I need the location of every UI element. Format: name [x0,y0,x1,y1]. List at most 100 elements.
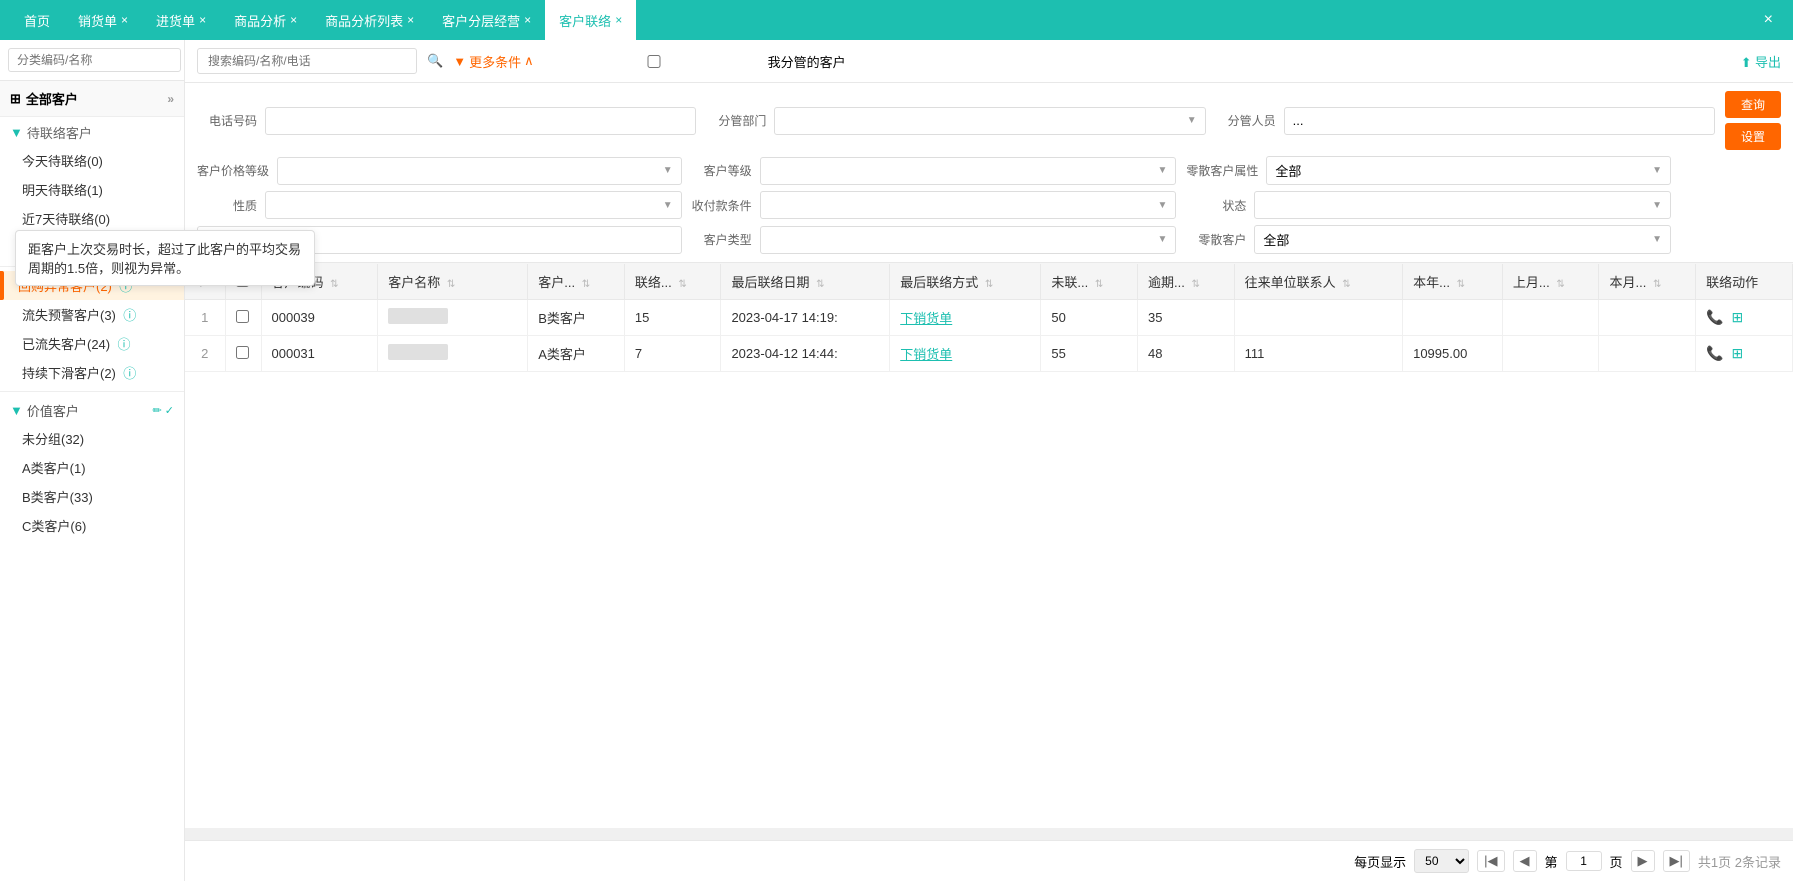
active-indicator [0,271,4,300]
customer-table-container: ⚙ 客户编码 ⇅ 客户名称 ⇅ [185,264,1793,828]
more-conditions-button[interactable]: ▼ 更多条件 ∧ [453,52,533,71]
sort-date-icon[interactable]: ⇅ [816,279,824,290]
row-contact-2: 7 [624,336,721,372]
customer-level-dropdown[interactable]: ▼ [760,157,1177,185]
sidebar-item-a-class[interactable]: A类客户(1) [0,453,184,482]
content-area: 🔍 ▼ 更多条件 ∧ 我分管的客户 ⬆ 导出 电话号码 [185,40,1793,881]
settings-button[interactable]: 设置 [1725,123,1781,150]
sidebar-search-input[interactable] [8,48,181,72]
row-checkbox-1 [225,300,261,336]
row-action-2: 📞 ⊞ [1696,336,1793,372]
sidebar-item-c-class[interactable]: C类客户(6) [0,511,184,540]
price-level-dropdown[interactable]: ▼ [277,157,682,185]
sort-overdue-icon[interactable]: ⇅ [1192,279,1200,290]
sidebar-item-b-class[interactable]: B类客户(33) [0,482,184,511]
close-all-button[interactable]: × [1754,11,1783,29]
sidebar-item-7days[interactable]: 近7天待联络(0) [0,204,184,233]
sort-type-icon[interactable]: ⇅ [582,279,590,290]
search-input[interactable] [197,48,417,74]
nav-sales-order[interactable]: 销货单 × [64,0,142,40]
filter-actions: 查询 设置 [1725,91,1781,150]
row-select-1[interactable] [236,310,249,323]
nav-product-analysis[interactable]: 商品分析 × [220,0,311,40]
table-row: 2 000031 A类客户 7 2023-04-12 14:44: 下销货单 [185,336,1793,372]
sidebar-item-unclassified[interactable]: 未分组(32) [0,424,184,453]
filter-row-3: 性质 ▼ 收付款条件 ▼ 状态 ▼ [197,191,1781,219]
nav-close-product-analysis[interactable]: × [290,13,297,27]
nav-purchase[interactable]: 进货单 × [142,0,220,40]
sidebar-item-today[interactable]: 今天待联络(0) [0,146,184,175]
arrow-down-icon: ▼ [10,125,23,140]
sort-unit-icon[interactable]: ⇅ [1342,279,1350,290]
nav-home[interactable]: 首页 [10,0,64,40]
customer-type-arrow: ▼ [1157,234,1167,245]
pending-contact-group[interactable]: ▼ 待联络客户 [0,117,184,146]
filter-icon: ▼ [453,54,466,69]
contact-method-link-1[interactable]: 下销货单 [900,311,952,326]
nav-close-contact[interactable]: × [615,13,622,27]
row-unit-2: 111 [1234,336,1402,372]
sort-lmonth-icon[interactable]: ⇅ [1556,279,1564,290]
nav-close-sales[interactable]: × [121,13,128,27]
row-select-2[interactable] [236,346,249,359]
sidebar-item-tomorrow[interactable]: 明天待联络(1) [0,175,184,204]
th-this-year: 本年... ⇅ [1403,264,1503,300]
retail-attr-dropdown[interactable]: 全部 ▼ [1266,156,1671,185]
last-page-button[interactable]: ▶| [1663,850,1690,872]
sidebar-item-declining[interactable]: 持续下滑客户(2) ⓘ [0,358,184,387]
customer-table: ⚙ 客户编码 ⇅ 客户名称 ⇅ [185,264,1793,372]
sort-method-icon[interactable]: ⇅ [985,279,993,290]
grid-action-icon-2[interactable]: ⊞ [1732,345,1744,362]
nav-customer-segment[interactable]: 客户分层经营 × [428,0,545,40]
retail-customer-arrow: ▼ [1652,234,1662,245]
sidebar-item-churned[interactable]: 已流失客户(24) ⓘ [0,329,184,358]
sort-year-icon[interactable]: ⇅ [1457,279,1465,290]
nav-close-product-list[interactable]: × [407,13,414,27]
all-customers-header[interactable]: ⊞ 全部客户 » [0,81,184,117]
pagination-bar: 每页显示 50 100 200 |◀ ◀ 第 页 ▶ ▶| 共1页 2条记录 [185,840,1793,881]
edit-icon[interactable]: ✏ ✓ [153,404,175,417]
my-customer-check[interactable] [544,55,764,68]
value-customer-group[interactable]: ▼ 价值客户 ✏ ✓ [0,396,184,424]
customer-type-dropdown[interactable]: ▼ [760,226,1177,254]
sidebar-search-area: 🔍 [0,40,184,81]
row-tmonth-1 [1599,300,1696,336]
th-customer-name: 客户名称 ⇅ [378,264,528,300]
my-customer-checkbox[interactable]: 我分管的客户 [544,52,846,71]
sidebar-collapse-icon[interactable]: » [167,92,174,106]
next-page-button[interactable]: ▶ [1631,850,1655,872]
horizontal-scrollbar[interactable] [185,828,1793,840]
sort-uncontacted-icon[interactable]: ⇅ [1095,279,1103,290]
sidebar-item-churn-warning[interactable]: 流失预警客户(3) ⓘ [0,300,184,329]
row-type-2: A类客户 [528,336,625,372]
contact-method-link-2[interactable]: 下销货单 [900,347,952,362]
export-button[interactable]: ⬆ 导出 [1741,52,1781,71]
status-dropdown[interactable]: ▼ [1254,191,1671,219]
nav-close-segment[interactable]: × [524,13,531,27]
per-page-select[interactable]: 50 100 200 [1414,849,1469,873]
filter-phone: 电话号码 [197,107,696,135]
nature-dropdown[interactable]: ▼ [265,191,682,219]
nav-customer-contact[interactable]: 客户联络 × [545,0,636,40]
phone-icon-1[interactable]: 📞 [1706,309,1723,326]
phone-input[interactable] [265,107,696,135]
grid-action-icon-1[interactable]: ⊞ [1732,309,1744,326]
filter-dept: 分管部门 ▼ [706,107,1205,135]
sort-code-icon[interactable]: ⇅ [330,279,338,290]
person-input[interactable]: ... [1284,107,1715,135]
phone-icon-2[interactable]: 📞 [1706,345,1723,362]
nav-close-purchase[interactable]: × [199,13,206,27]
payment-arrow: ▼ [1157,200,1167,211]
page-number-input[interactable] [1566,851,1602,871]
nav-product-analysis-list[interactable]: 商品分析列表 × [311,0,428,40]
first-page-button[interactable]: |◀ [1477,850,1504,872]
dept-dropdown[interactable]: ▼ [774,107,1205,135]
sort-contact-icon[interactable]: ⇅ [678,279,686,290]
search-button[interactable]: 🔍 [427,53,443,69]
payment-dropdown[interactable]: ▼ [760,191,1177,219]
sort-tmonth-icon[interactable]: ⇅ [1653,279,1661,290]
prev-page-button[interactable]: ◀ [1513,850,1537,872]
retail-customer-dropdown[interactable]: 全部 ▼ [1254,225,1671,254]
sort-name-icon[interactable]: ⇅ [447,279,455,290]
query-button[interactable]: 查询 [1725,91,1781,118]
